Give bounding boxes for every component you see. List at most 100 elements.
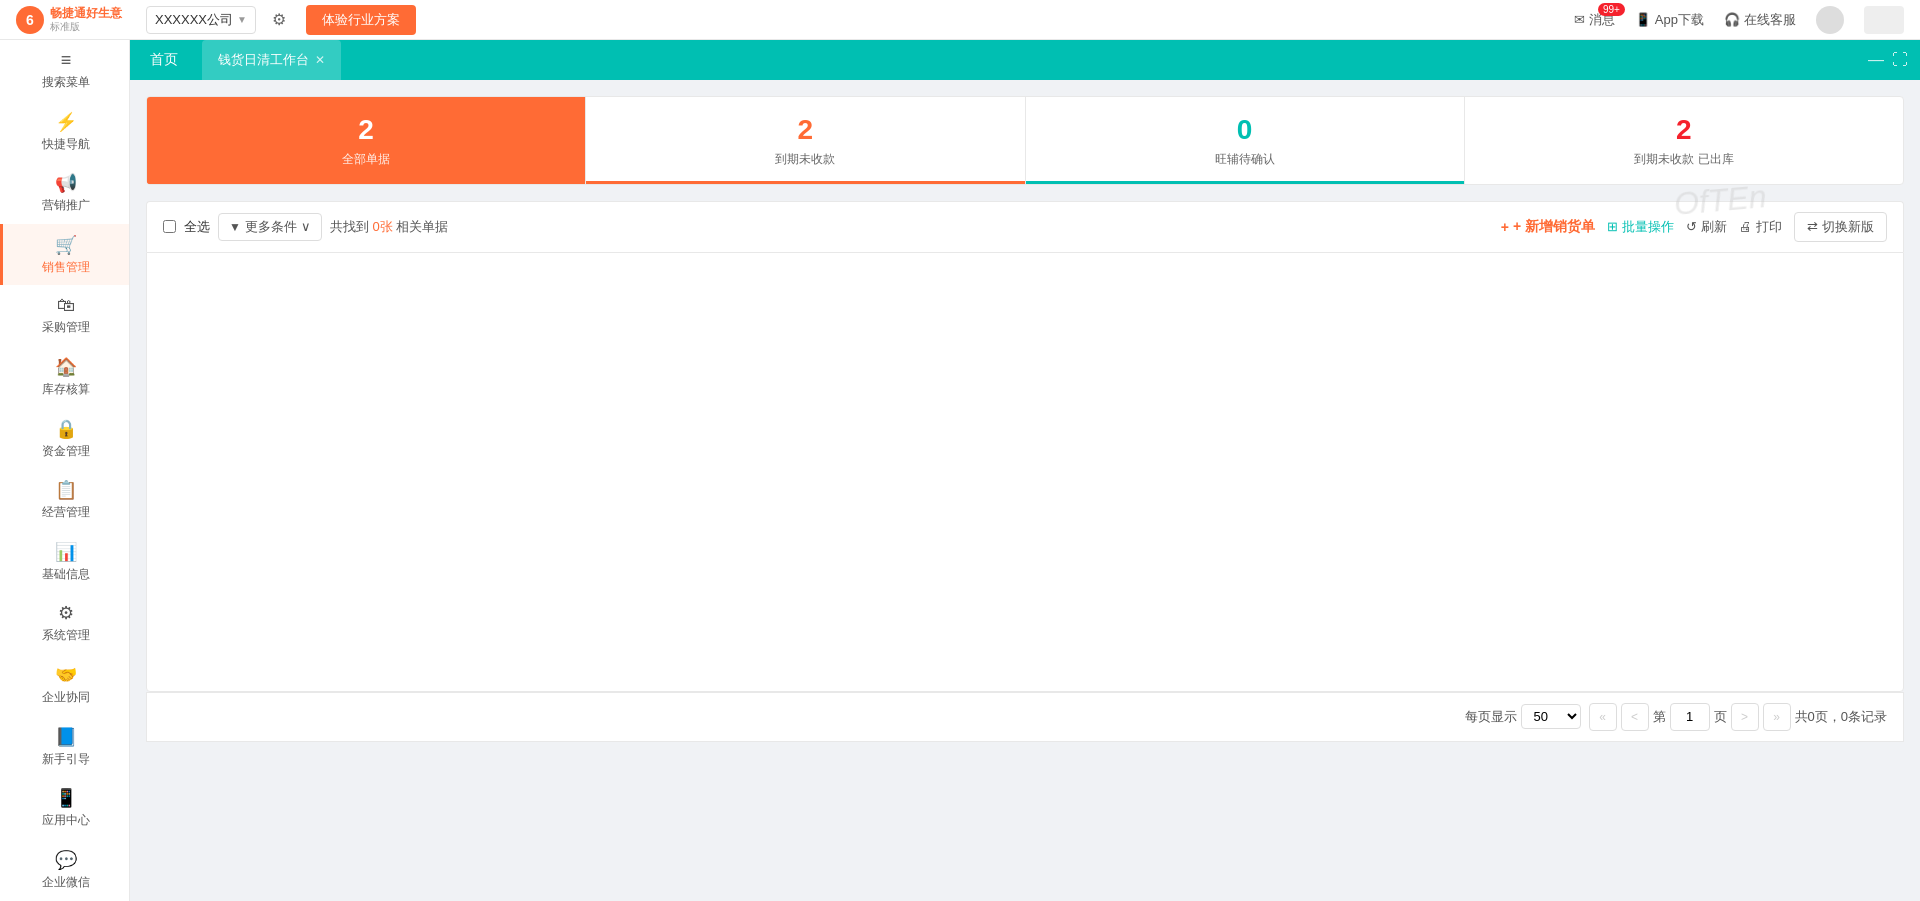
sidebar-item-label-quick: 快捷导航 (42, 137, 90, 153)
app-label: App下载 (1655, 11, 1704, 29)
tab-home[interactable]: 首页 (130, 40, 198, 80)
sidebar-item-marketing[interactable]: 📢 营销推广 (0, 162, 129, 224)
finance-icon: 🔒 (55, 418, 77, 440)
avatar[interactable] (1816, 6, 1844, 34)
logo-icon: 6 (16, 6, 44, 34)
app-download-btn[interactable]: 📱 App下载 (1635, 11, 1704, 29)
base-info-icon: 📊 (55, 541, 77, 563)
add-sales-btn[interactable]: + + 新增销货单 (1501, 218, 1595, 236)
stat-card-shipped[interactable]: 2 到期未收款 已出库 (1465, 97, 1903, 184)
message-btn[interactable]: ✉ 消息 99+ (1574, 11, 1615, 29)
sidebar: ≡ 搜索菜单 ⚡ 快捷导航 📢 营销推广 🛒 销售管理 🛍 采购管理 🏠 库存核… (0, 40, 130, 901)
page-number-input[interactable] (1670, 703, 1710, 731)
pagination-bar: 每页显示 50 100 200 « < 第 页 > » 共0页，0条记录 (146, 692, 1904, 742)
page-size-label: 每页显示 (1465, 708, 1517, 726)
next-page-btn[interactable]: > (1731, 703, 1759, 731)
result-count: 0张 (373, 219, 393, 234)
message-icon: ✉ (1574, 12, 1585, 27)
sidebar-item-beginner[interactable]: 📘 新手引导 (0, 716, 129, 778)
select-all-checkbox[interactable] (163, 220, 176, 233)
table-area (146, 252, 1904, 692)
app-center-icon: 📱 (55, 787, 77, 809)
stat-card-overdue[interactable]: 2 到期未收款 (586, 97, 1025, 184)
marketing-icon: 📢 (55, 172, 77, 194)
sidebar-item-search-menu[interactable]: ≡ 搜索菜单 (0, 40, 129, 101)
trial-btn[interactable]: 体验行业方案 (306, 5, 416, 35)
filter-icon: ▼ (229, 220, 241, 234)
page-nav: « < 第 页 > » 共0页，0条记录 (1589, 703, 1887, 731)
message-badge: 99+ (1598, 3, 1625, 16)
filter-button[interactable]: ▼ 更多条件 ∨ (218, 213, 322, 241)
stat-label-wangfu: 旺辅待确认 (1050, 151, 1440, 168)
sidebar-item-label-app: 应用中心 (42, 813, 90, 829)
batch-action-btn[interactable]: ⊞ 批量操作 (1607, 218, 1674, 236)
weixin-icon: 💬 (55, 849, 77, 871)
sidebar-item-weixin[interactable]: 💬 企业微信 (0, 839, 129, 901)
sidebar-item-quick-nav[interactable]: ⚡ 快捷导航 (0, 101, 129, 163)
logo-text: 畅捷通好生意 标准版 (50, 6, 122, 32)
sidebar-item-inventory[interactable]: 🏠 库存核算 (0, 346, 129, 408)
stat-label-overdue: 到期未收款 (610, 151, 1000, 168)
print-btn[interactable]: 🖨 打印 (1739, 218, 1782, 236)
sidebar-item-label-purchase: 采购管理 (42, 320, 90, 336)
stat-card-wangfu[interactable]: 0 旺辅待确认 (1026, 97, 1465, 184)
toolbar-left: 全选 ▼ 更多条件 ∨ 共找到 0张 相关单据 (163, 213, 1493, 241)
stat-underline-overdue (586, 181, 1024, 184)
total-info: 共0页，0条记录 (1795, 708, 1887, 726)
chevron-down-icon: ▼ (237, 14, 247, 25)
sidebar-item-operation[interactable]: 📋 经营管理 (0, 469, 129, 531)
sidebar-item-label-inventory: 库存核算 (42, 382, 90, 398)
stat-label-all: 全部单据 (171, 151, 561, 168)
company-selector[interactable]: XXXXXX公司 ▼ (146, 6, 256, 34)
stat-underline-all (147, 181, 585, 184)
purchase-icon: 🛍 (57, 295, 75, 316)
stat-num-wangfu: 0 (1050, 113, 1440, 147)
sidebar-item-label-base: 基础信息 (42, 567, 90, 583)
plus-icon: + (1501, 219, 1509, 235)
last-page-btn[interactable]: » (1763, 703, 1791, 731)
close-icon[interactable]: ✕ (315, 53, 325, 67)
toolbar: 全选 ▼ 更多条件 ∨ 共找到 0张 相关单据 + + 新增销 (146, 201, 1904, 252)
switch-version-btn[interactable]: ⇄ 切换新版 (1794, 212, 1887, 242)
online-service-btn[interactable]: 🎧 在线客服 (1724, 11, 1796, 29)
sidebar-item-enterprise[interactable]: 🤝 企业协同 (0, 654, 129, 716)
logo-main-text: 畅捷通好生意 (50, 6, 122, 20)
page-size-selector: 每页显示 50 100 200 (1465, 704, 1581, 729)
stat-card-all[interactable]: 2 全部单据 (147, 97, 586, 184)
stat-num-shipped: 2 (1489, 113, 1879, 147)
first-page-btn[interactable]: « (1589, 703, 1617, 731)
sidebar-item-label-system: 系统管理 (42, 628, 90, 644)
filter-label: 更多条件 (245, 218, 297, 236)
sidebar-item-sales[interactable]: 🛒 销售管理 (0, 224, 129, 286)
logo: 6 畅捷通好生意 标准版 (16, 6, 146, 34)
result-text: 共找到 0张 相关单据 (330, 218, 448, 236)
service-icon: 🎧 (1724, 12, 1740, 27)
tabs-actions: — ⛶ (1868, 51, 1920, 69)
sidebar-item-label-beginner: 新手引导 (42, 752, 90, 768)
minimize-icon[interactable]: — (1868, 51, 1884, 69)
select-all-label: 全选 (184, 218, 210, 236)
stat-label-shipped: 到期未收款 已出库 (1489, 151, 1879, 168)
quick-nav-icon: ⚡ (55, 111, 77, 133)
sidebar-item-purchase[interactable]: 🛍 采购管理 (0, 285, 129, 346)
user-name-placeholder[interactable] (1864, 6, 1904, 34)
sidebar-item-finance[interactable]: 🔒 资金管理 (0, 408, 129, 470)
page-content: 2 全部单据 2 到期未收款 0 旺辅待确认 2 到期未收款 已出库 (130, 80, 1920, 901)
sidebar-item-system[interactable]: ⚙ 系统管理 (0, 592, 129, 654)
sidebar-item-app-center[interactable]: 📱 应用中心 (0, 777, 129, 839)
page-size-select[interactable]: 50 100 200 (1521, 704, 1581, 729)
sidebar-item-base-info[interactable]: 📊 基础信息 (0, 531, 129, 593)
prev-page-btn[interactable]: < (1621, 703, 1649, 731)
tab-work-bench[interactable]: 钱货日清工作台 ✕ (202, 40, 341, 80)
beginner-icon: 📘 (55, 726, 77, 748)
refresh-btn[interactable]: ↺ 刷新 (1686, 218, 1727, 236)
tab-label: 钱货日清工作台 (218, 51, 309, 69)
stat-num-overdue: 2 (610, 113, 1000, 147)
settings-icon[interactable]: ⚙ (264, 5, 294, 35)
sidebar-item-label-marketing: 营销推广 (42, 198, 90, 214)
maximize-icon[interactable]: ⛶ (1892, 51, 1908, 69)
chevron-down-icon: ∨ (301, 219, 311, 234)
stats-row: 2 全部单据 2 到期未收款 0 旺辅待确认 2 到期未收款 已出库 (146, 96, 1904, 185)
app-icon: 📱 (1635, 12, 1651, 27)
stat-underline-wangfu (1026, 181, 1464, 184)
